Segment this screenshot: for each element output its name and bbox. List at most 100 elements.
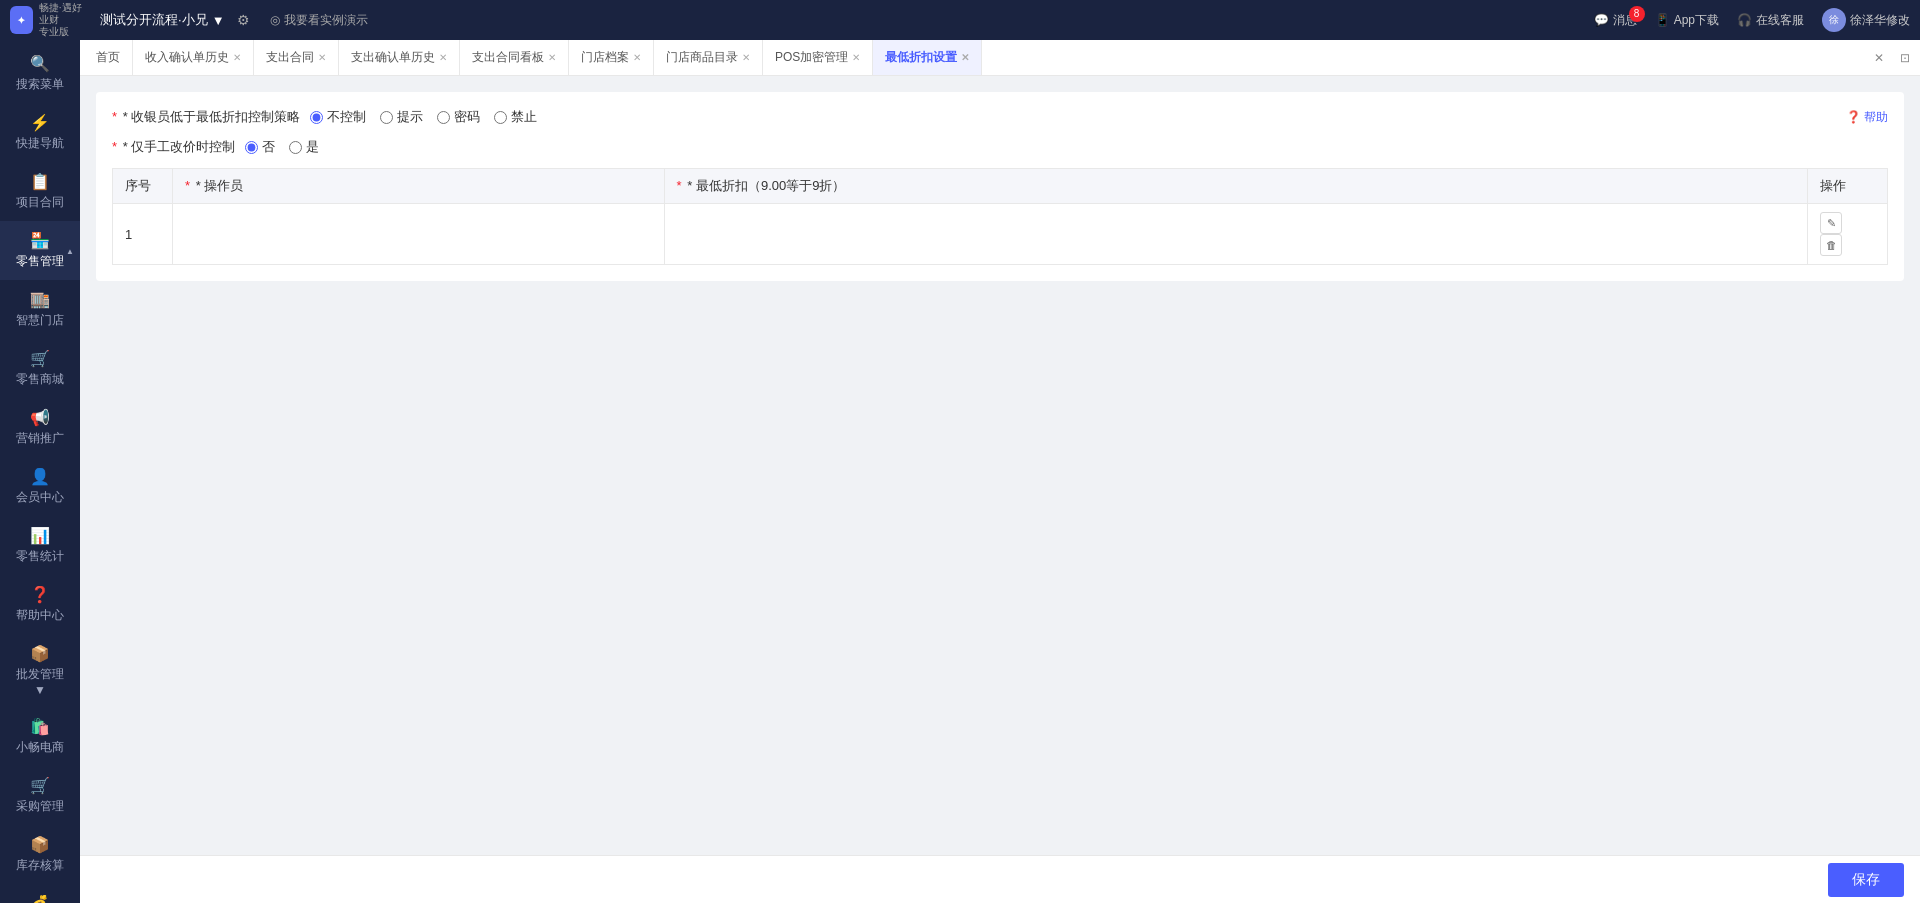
sidebar-item-retail[interactable]: 🏪 零售管理	[0, 221, 80, 280]
sidebar-item-shortcut[interactable]: ⚡ 快捷导航	[0, 103, 80, 162]
tab-close-pos-password[interactable]: ✕	[852, 52, 860, 63]
avatar: 徐	[1822, 8, 1846, 32]
cell-action: ✎ 🗑	[1808, 204, 1888, 265]
tab-pos-password[interactable]: POS加密管理 ✕	[763, 40, 873, 75]
online-service-button[interactable]: 🎧 在线客服	[1737, 12, 1804, 29]
user-profile-button[interactable]: 徐 徐泽华修改	[1822, 8, 1910, 32]
bottom-bar: 保存	[80, 855, 1920, 903]
smart-store-icon: 🏬	[30, 290, 50, 309]
sidebar-item-inventory[interactable]: 📦 库存核算	[0, 825, 80, 884]
top-bar-right: 💬 消息 8 📱 App下载 🎧 在线客服 徐 徐泽华修改	[1594, 8, 1910, 32]
sidebar-item-ecommerce[interactable]: 🛍️ 小畅电商	[0, 707, 80, 766]
sidebar-item-smart-store[interactable]: 🏬 智慧门店	[0, 280, 80, 339]
tab-bar: 首页 收入确认单历史 ✕ 支出合同 ✕ 支出确认单历史 ✕ 支出合同看板 ✕ 门…	[80, 40, 1920, 76]
member-icon: 👤	[30, 467, 50, 486]
tab-income-confirm[interactable]: 收入确认单历史 ✕	[133, 40, 254, 75]
sidebar-item-member[interactable]: 👤 会员中心	[0, 457, 80, 516]
batch-icon: 📦	[30, 644, 50, 663]
app-download-button[interactable]: 📱 App下载	[1655, 12, 1719, 29]
logo-icon: ✦	[10, 6, 33, 34]
cell-operator[interactable]	[173, 204, 665, 265]
retail-icon: 🏪	[30, 231, 50, 250]
tab-min-discount[interactable]: 最低折扣设置 ✕	[873, 40, 982, 75]
sidebar: 🔍 搜索菜单 ⚡ 快捷导航 📋 项目合同 🏪 零售管理 🏬 智慧门店 🛒 零售商…	[0, 40, 80, 903]
col-header-operator: * * 操作员	[173, 169, 665, 204]
save-button[interactable]: 保存	[1828, 863, 1904, 897]
download-icon: 📱	[1655, 13, 1670, 27]
tab-store-product[interactable]: 门店商品目录 ✕	[654, 40, 763, 75]
cell-seq: 1	[113, 204, 173, 265]
project-icon: 📋	[30, 172, 50, 191]
inventory-icon: 📦	[30, 835, 50, 854]
tab-bar-actions: ✕ ⊡	[1868, 49, 1916, 67]
tab-close-store-product[interactable]: ✕	[742, 52, 750, 63]
marketing-icon: 📢	[30, 408, 50, 427]
ecommerce-icon: 🛍️	[30, 717, 50, 736]
tab-payment-board[interactable]: 支出合同看板 ✕	[460, 40, 569, 75]
table-row: 1 ✎ 🗑	[113, 204, 1888, 265]
settings-icon[interactable]: ⚙	[237, 12, 250, 28]
sidebar-item-project[interactable]: 📋 项目合同	[0, 162, 80, 221]
settings-card: * * 收银员低于最低折扣控制策略 不控制 提示	[96, 92, 1904, 281]
cashier-policy-radio-group: 不控制 提示 密码 禁止	[310, 108, 537, 126]
tab-payment-contract[interactable]: 支出合同 ✕	[254, 40, 339, 75]
col-header-discount: * * 最低折扣（9.00等于9折）	[664, 169, 1807, 204]
sidebar-item-finance[interactable]: 💰 资金管理	[0, 884, 80, 903]
sidebar-item-help[interactable]: ❓ 帮助中心	[0, 575, 80, 634]
tab-close-income-confirm[interactable]: ✕	[233, 52, 241, 63]
chevron-down-icon: ▼	[212, 13, 225, 28]
service-icon: 🎧	[1737, 13, 1752, 27]
radio-no-control[interactable]: 不控制	[310, 108, 366, 126]
help-icon: ❓	[30, 585, 50, 604]
cell-discount[interactable]	[664, 204, 1807, 265]
col-header-seq: 序号	[113, 169, 173, 204]
radio-password[interactable]: 密码	[437, 108, 480, 126]
tab-close-payment-board[interactable]: ✕	[548, 52, 556, 63]
cashier-policy-label: * * 收银员低于最低折扣控制策略	[112, 108, 300, 126]
radio-yes[interactable]: 是	[289, 138, 319, 156]
page-content: * * 收银员低于最低折扣控制策略 不控制 提示	[80, 76, 1920, 855]
radio-remind[interactable]: 提示	[380, 108, 423, 126]
tab-close-store-file[interactable]: ✕	[633, 52, 641, 63]
cashier-policy-row: * * 收银员低于最低折扣控制策略 不控制 提示	[112, 108, 1888, 126]
content-area: 首页 收入确认单历史 ✕ 支出合同 ✕ 支出确认单历史 ✕ 支出合同看板 ✕ 门…	[80, 40, 1920, 903]
finance-icon: 💰	[30, 894, 50, 903]
sidebar-item-search[interactable]: 🔍 搜索菜单	[0, 44, 80, 103]
search-icon: 🔍	[30, 54, 50, 73]
sidebar-item-batch[interactable]: 📦 批发管理	[0, 634, 80, 707]
main-layout: 🔍 搜索菜单 ⚡ 快捷导航 📋 项目合同 🏪 零售管理 🏬 智慧门店 🛒 零售商…	[0, 40, 1920, 903]
demo-icon: ◎	[270, 13, 280, 27]
messages-button[interactable]: 💬 消息 8	[1594, 12, 1637, 29]
tab-close-payment-confirm[interactable]: ✕	[439, 52, 447, 63]
demo-link[interactable]: ◎ 我要看实例演示	[270, 12, 368, 29]
messages-badge: 8	[1629, 6, 1645, 22]
online-store-icon: 🛒	[30, 349, 50, 368]
help-link[interactable]: ❓ 帮助	[1846, 109, 1888, 126]
sidebar-item-purchase[interactable]: 🛒 采购管理	[0, 766, 80, 825]
tab-home[interactable]: 首页	[84, 40, 133, 75]
tab-store-file[interactable]: 门店档案 ✕	[569, 40, 654, 75]
tab-menu-button[interactable]: ⊡	[1894, 49, 1916, 67]
discount-table: 序号 * * 操作员 * * 最低折扣（9.00等于9折）	[112, 168, 1888, 265]
sidebar-item-online-store[interactable]: 🛒 零售商城	[0, 339, 80, 398]
delete-row-button[interactable]: 🗑	[1820, 234, 1842, 256]
message-icon: 💬	[1594, 13, 1609, 27]
purchase-icon: 🛒	[30, 776, 50, 795]
sidebar-item-retail-stat[interactable]: 📊 零售统计	[0, 516, 80, 575]
tab-close-all-button[interactable]: ✕	[1868, 49, 1890, 67]
col-header-action: 操作	[1808, 169, 1888, 204]
top-bar: ✦ 畅捷·遇好业财 专业版 测试分开流程·小兄 ▼ ⚙ ◎ 我要看实例演示 💬 …	[0, 0, 1920, 40]
tab-close-min-discount[interactable]: ✕	[961, 52, 969, 63]
radio-no[interactable]: 否	[245, 138, 275, 156]
logo: ✦ 畅捷·遇好业财 专业版	[10, 2, 90, 38]
manual-price-label: * * 仅手工改价时控制	[112, 138, 235, 156]
logo-text: 畅捷·遇好业财 专业版	[39, 2, 90, 38]
tab-payment-confirm[interactable]: 支出确认单历史 ✕	[339, 40, 460, 75]
radio-forbid[interactable]: 禁止	[494, 108, 537, 126]
edit-row-button[interactable]: ✎	[1820, 212, 1842, 234]
sidebar-item-marketing[interactable]: 📢 营销推广	[0, 398, 80, 457]
shortcut-icon: ⚡	[30, 113, 50, 132]
project-selector[interactable]: 测试分开流程·小兄 ▼ ⚙	[100, 11, 250, 29]
tab-close-payment-contract[interactable]: ✕	[318, 52, 326, 63]
retail-stat-icon: 📊	[30, 526, 50, 545]
